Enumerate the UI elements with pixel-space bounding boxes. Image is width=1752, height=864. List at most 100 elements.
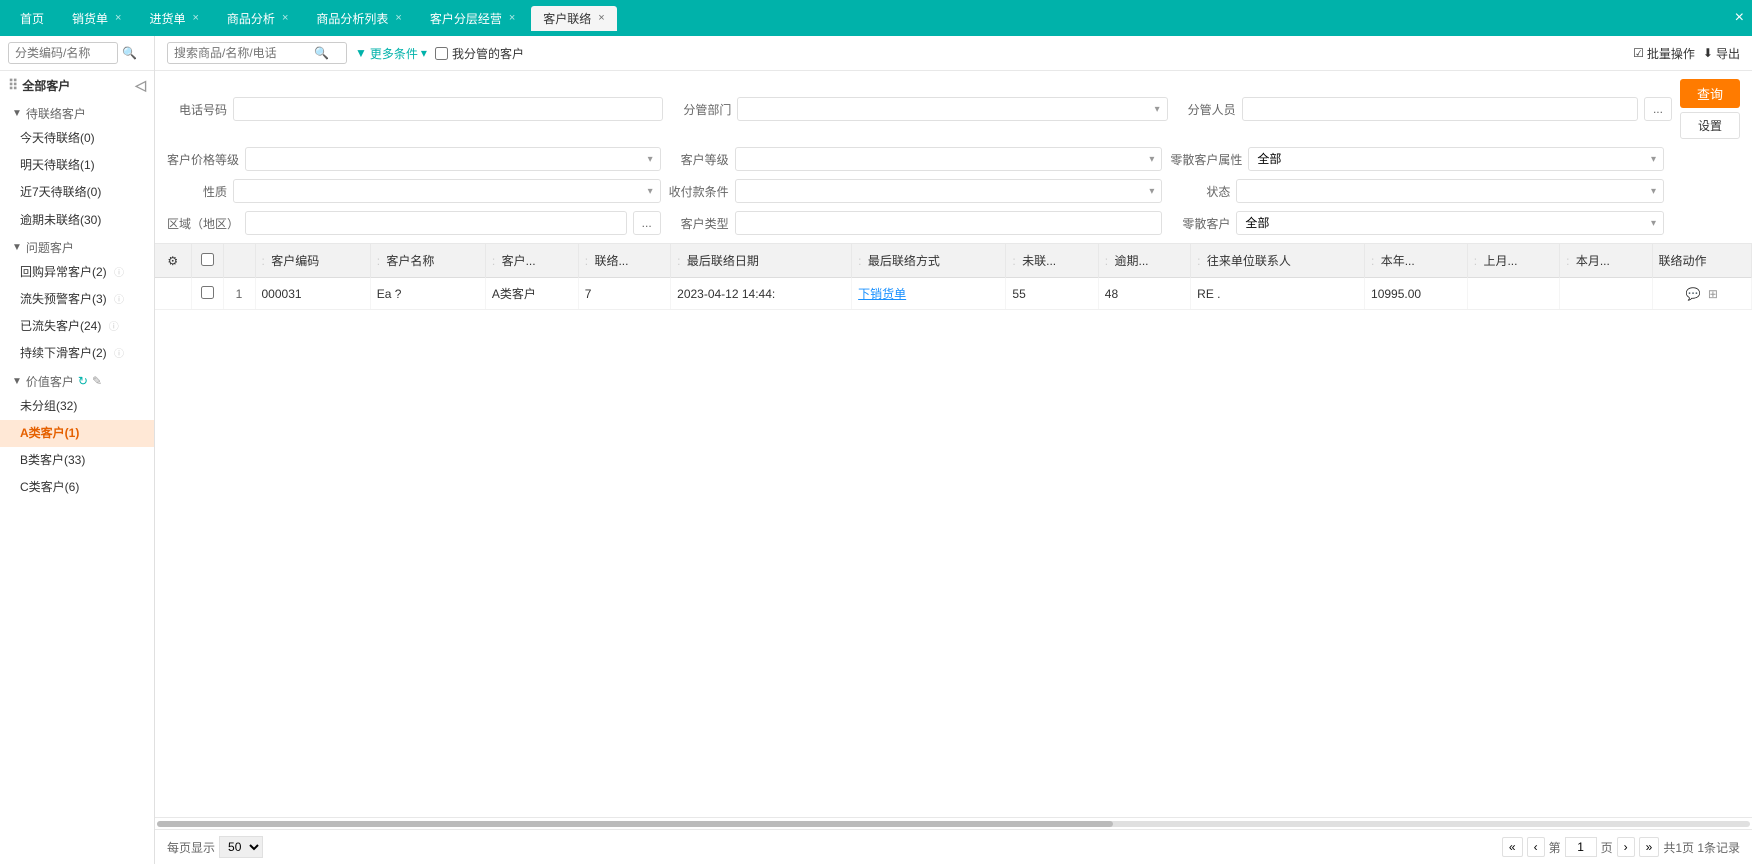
refresh-icon[interactable]: ↻ [78,374,88,388]
sidebar-group-problem[interactable]: ▼ 问题客户 [0,234,154,259]
sidebar-collapse-btn[interactable]: ◁ [135,77,146,94]
customer-level-select[interactable] [735,147,1163,171]
info-icon: ⓘ [114,268,124,279]
gear-icon[interactable]: ⚙ [167,254,178,268]
sidebar-group-value[interactable]: ▼ 价值客户 ↻ ✎ [0,368,154,393]
select-all-checkbox[interactable] [201,253,214,266]
payment-select[interactable] [735,179,1163,203]
per-page-control: 每页显示 50 [167,836,263,858]
action-qr-icon[interactable]: ⊞ [1708,287,1718,301]
export-btn[interactable]: ⬇ 导出 [1703,45,1740,62]
nav-goods-analysis-list-close[interactable]: × [395,12,401,24]
row-contact-person-cell: RE . [1191,278,1365,310]
batch-ops-btn[interactable]: ☑ 批量操作 [1633,45,1695,62]
gear-col-header[interactable]: ⚙ [155,244,191,278]
nav-purchase[interactable]: 进货单 × [137,6,210,31]
sidebar-item-repurchase-abnormal[interactable]: 回购异常客户(2) ⓘ [0,259,154,286]
customer-table: ⚙ 客户编码 客户名称 客户... [155,244,1752,310]
nav-customer-contact-close[interactable]: × [598,12,604,24]
nav-home[interactable]: 首页 [8,6,56,31]
sidebar-item-tomorrow-pending[interactable]: 明天待联络(1) [0,152,154,179]
status-select[interactable] [1236,179,1664,203]
person-input[interactable] [1242,97,1638,121]
nav-purchase-close[interactable]: × [192,12,198,24]
nature-select[interactable] [233,179,661,203]
not-contacted-col-header[interactable]: 未联... [1006,244,1098,278]
price-level-select[interactable] [245,147,661,171]
last-contact-method-col-header[interactable]: 最后联络方式 [852,244,1006,278]
this-year-col-header[interactable]: 本年... [1365,244,1468,278]
sidebar-search-icon[interactable]: 🔍 [122,46,137,60]
overdue-col-header[interactable]: 逾期... [1098,244,1190,278]
filter-my-customers[interactable]: 我分管的客户 [435,45,524,62]
sidebar-group-pending[interactable]: ▼ 待联络客户 [0,100,154,125]
scrollbar-thumb[interactable] [157,821,1113,827]
row-contact-cell: 7 [578,278,670,310]
nav-customer-seg-close[interactable]: × [509,12,515,24]
query-button[interactable]: 查询 [1680,79,1740,108]
next-page-btn[interactable]: › [1617,837,1635,857]
all-customers-header[interactable]: ⠿ 全部客户 ◁ [0,71,154,100]
retail-attr-wrapper: 全部 ▾ [1248,147,1664,171]
action-message-icon[interactable]: 💬 [1686,287,1701,301]
sidebar-item-churned[interactable]: 已流失客户(24) ⓘ [0,313,154,340]
nav-goods-analysis-close[interactable]: × [282,12,288,24]
sidebar-item-ungrouped[interactable]: 未分组(32) [0,393,154,420]
nav-customer-contact[interactable]: 客户联络 × [531,6,616,31]
per-page-select[interactable]: 50 [219,836,263,858]
horizontal-scrollbar[interactable] [155,817,1752,829]
filter-search-icon[interactable]: 🔍 [314,46,329,60]
page-number-input[interactable] [1565,837,1597,857]
sidebar-item-7days-pending[interactable]: 近7天待联络(0) [0,179,154,206]
retail-customer-select[interactable]: 全部 [1236,211,1664,235]
nav-sales[interactable]: 销货单 × [60,6,133,31]
sidebar-search-input[interactable] [8,42,118,64]
customer-type-input[interactable] [735,211,1163,235]
last-page-btn[interactable]: » [1639,837,1660,857]
person-dots-btn[interactable]: ... [1644,97,1672,121]
scrollbar-track[interactable] [157,821,1750,827]
nav-goods-analysis[interactable]: 商品分析 × [215,6,300,31]
nav-goods-analysis-list[interactable]: 商品分析列表 × [304,6,413,31]
last-month-col-header[interactable]: 上月... [1467,244,1559,278]
nav-customer-seg[interactable]: 客户分层经营 × [418,6,527,31]
customer-code-col-header[interactable]: 客户编码 [255,244,370,278]
row-last-contact-method-cell[interactable]: 下销货单 [852,278,1006,310]
filter-row-4: 区域（地区） ... 客户类型 零散客户 全部 ▾ [167,211,1740,235]
edit-group-icon[interactable]: ✎ [92,374,102,388]
my-customers-checkbox[interactable] [435,47,448,60]
row-actions-cell[interactable]: 💬 ⊞ [1652,278,1752,310]
sidebar-item-c-class[interactable]: C类客户(6) [0,474,154,501]
batch-ops-icon: ☑ [1633,46,1644,60]
contact-col-header[interactable]: 联络... [578,244,670,278]
retail-attr-select[interactable]: 全部 [1248,147,1664,171]
last-contact-date-col-header[interactable]: 最后联络日期 [671,244,852,278]
this-month-col-header[interactable]: 本月... [1560,244,1652,278]
sidebar-item-overdue[interactable]: 逾期未联络(30) [0,207,154,234]
phone-input[interactable] [233,97,663,121]
sidebar-item-b-class[interactable]: B类客户(33) [0,447,154,474]
prev-page-btn[interactable]: ‹ [1527,837,1545,857]
contact-person-col-header[interactable]: 往来单位联系人 [1191,244,1365,278]
region-input[interactable] [245,211,627,235]
first-page-btn[interactable]: « [1502,837,1523,857]
customer-type-col-header[interactable]: 客户... [485,244,578,278]
row-checkbox-cell[interactable] [191,278,223,310]
filter-more-btn[interactable]: ▼ 更多条件 ▾ [355,45,427,62]
sidebar-item-today-pending[interactable]: 今天待联络(0) [0,125,154,152]
filter-search-input[interactable] [174,46,314,60]
sidebar-item-a-class[interactable]: A类客户(1) [0,420,154,447]
nav-sales-close[interactable]: × [115,12,121,24]
checkbox-col-header[interactable] [191,244,223,278]
dept-select[interactable] [737,97,1167,121]
row-customer-code-cell: 000031 [255,278,370,310]
sidebar-item-declining[interactable]: 持续下滑客户(2) ⓘ [0,340,154,367]
region-dots-btn[interactable]: ... [633,211,661,235]
close-all-btn[interactable]: × [1735,9,1744,27]
row-checkbox[interactable] [201,286,214,299]
top-nav: 首页 销货单 × 进货单 × 商品分析 × 商品分析列表 × 客户分层经营 × … [0,0,1752,36]
sidebar-item-churn-warning[interactable]: 流失预警客户(3) ⓘ [0,286,154,313]
row-customer-type-cell: A类客户 [485,278,578,310]
settings-button[interactable]: 设置 [1680,112,1740,139]
customer-name-col-header[interactable]: 客户名称 [370,244,485,278]
